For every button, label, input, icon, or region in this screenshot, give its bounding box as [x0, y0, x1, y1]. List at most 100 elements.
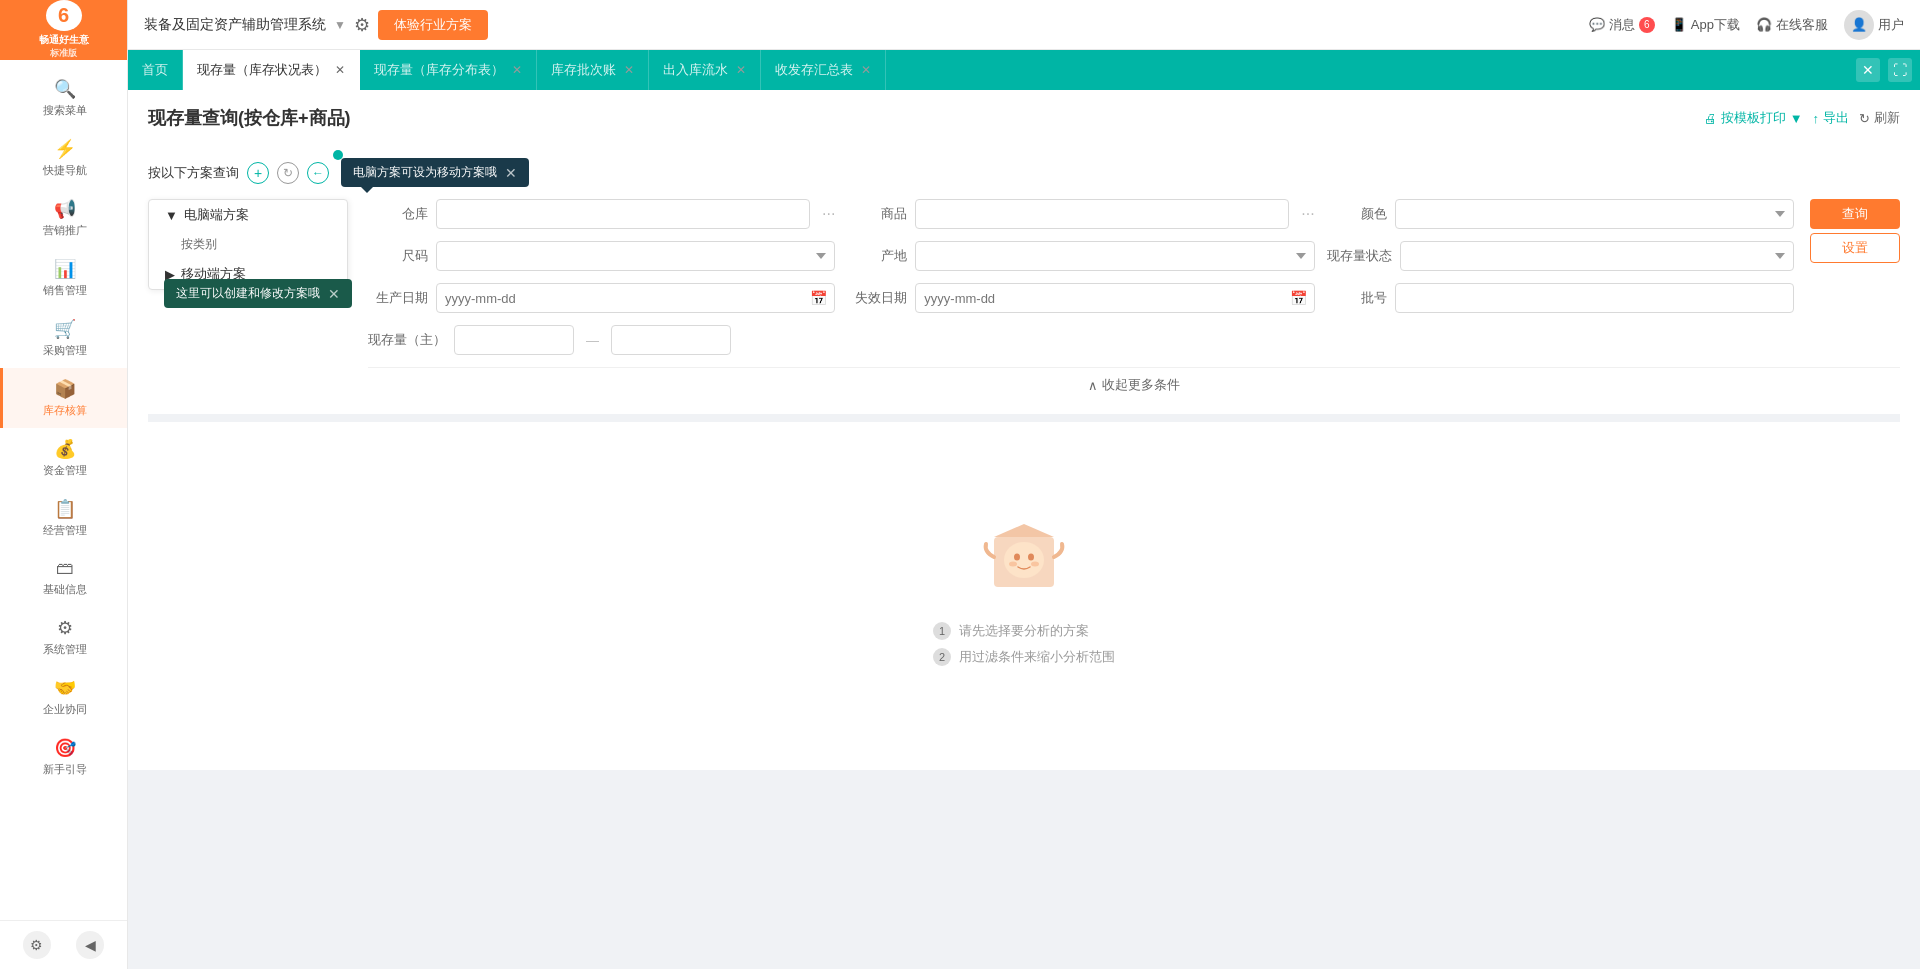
sidebar-item-inventory[interactable]: 📦 库存核算: [0, 368, 127, 428]
page-content: 现存量查询(按仓库+商品) 🖨 按模板打印 ▼ ↑ 导出 ↻ 刷新: [128, 90, 1920, 969]
sidebar-item-label: 资金管理: [43, 463, 87, 478]
tab-label: 收发存汇总表: [775, 61, 853, 79]
app-download-button[interactable]: 📱 App下载: [1671, 16, 1740, 34]
tab-batch[interactable]: 库存批次账 ✕: [537, 50, 649, 90]
tab-inventory-status[interactable]: 现存量（库存状况表） ✕: [183, 50, 360, 90]
page-actions: 🖨 按模板打印 ▼ ↑ 导出 ↻ 刷新: [1704, 109, 1900, 127]
export-label: 导出: [1823, 109, 1849, 127]
app-download-label: App下载: [1691, 16, 1740, 34]
sidebar-item-label: 搜索菜单: [43, 103, 87, 118]
message-button[interactable]: 💬 消息 6: [1589, 16, 1655, 34]
sidebar-item-label: 销售管理: [43, 283, 87, 298]
industry-solution-button[interactable]: 体验行业方案: [378, 10, 488, 40]
sidebar-item-basic[interactable]: 🗃 基础信息: [0, 548, 127, 607]
topbar-right: 💬 消息 6 📱 App下载 🎧 在线客服 👤 用户: [1589, 10, 1904, 40]
filter-produce-date: 生产日期 📅: [368, 283, 835, 313]
filter-row-1: 仓库 ··· 商品 ··· 颜色: [368, 199, 1794, 229]
batch-num-input[interactable]: [1395, 283, 1794, 313]
empty-steps: 1 请先选择要分析的方案 2 用过滤条件来缩小分析范围: [933, 622, 1115, 674]
filter-row-3: 生产日期 📅 失效日期: [368, 283, 1794, 313]
filter-row-2: 尺码 产地: [368, 241, 1794, 271]
home-label: 首页: [142, 61, 168, 79]
goods-input[interactable]: [915, 199, 1289, 229]
tabs-fullscreen-button[interactable]: ⛶: [1888, 58, 1912, 82]
stock-qty-to-input[interactable]: [611, 325, 731, 355]
settings-button[interactable]: ⚙: [23, 931, 51, 959]
sidebar-item-label: 快捷导航: [43, 163, 87, 178]
expire-date-from-input[interactable]: [915, 283, 1314, 313]
stock-qty-from-input[interactable]: [454, 325, 574, 355]
warehouse-input[interactable]: [436, 199, 810, 229]
sidebar-item-quicknav[interactable]: ⚡ 快捷导航: [0, 128, 127, 188]
sidebar-item-system[interactable]: ⚙ 系统管理: [0, 607, 127, 667]
message-icon: 💬: [1589, 17, 1605, 32]
sidebar-item-purchase[interactable]: 🛒 采购管理: [0, 308, 127, 368]
section-divider: [148, 414, 1900, 422]
sidebar-item-sales[interactable]: 📊 销售管理: [0, 248, 127, 308]
sidebar-item-marketing[interactable]: 📢 营销推广: [0, 188, 127, 248]
tab-close-icon[interactable]: ✕: [624, 63, 634, 77]
refresh-button[interactable]: ↻ 刷新: [1859, 109, 1900, 127]
sidebar-item-label: 经营管理: [43, 523, 87, 538]
origin-select[interactable]: [915, 241, 1314, 271]
schema-tree-item-desktop[interactable]: ▼ 电脑端方案: [149, 200, 347, 230]
batch-num-label: 批号: [1327, 289, 1387, 307]
tab-close-icon[interactable]: ✕: [335, 63, 345, 77]
search-button[interactable]: 查询: [1810, 199, 1900, 229]
empty-state: 1 请先选择要分析的方案 2 用过滤条件来缩小分析范围: [148, 422, 1900, 754]
tab-close-icon[interactable]: ✕: [861, 63, 871, 77]
goods-more-icon[interactable]: ···: [1301, 205, 1314, 223]
export-button[interactable]: ↑ 导出: [1813, 109, 1850, 127]
collapse-conditions-button[interactable]: ∧ 收起更多条件: [368, 367, 1900, 402]
tab-close-icon[interactable]: ✕: [512, 63, 522, 77]
print-button[interactable]: 🖨 按模板打印 ▼: [1704, 109, 1803, 127]
tab-inventory-dist[interactable]: 现存量（库存分布表） ✕: [360, 50, 537, 90]
user-menu-button[interactable]: 👤 用户: [1844, 10, 1904, 40]
color-select[interactable]: [1395, 199, 1794, 229]
basic-icon: 🗃: [56, 558, 74, 579]
print-label: 按模板打印: [1721, 109, 1786, 127]
back-scheme-button[interactable]: ←: [307, 162, 329, 184]
refresh-scheme-button[interactable]: ↻: [277, 162, 299, 184]
add-scheme-button[interactable]: +: [247, 162, 269, 184]
scheme-tooltip: 电脑方案可设为移动方案哦 ✕: [341, 158, 529, 187]
edit-tooltip-text: 这里可以创建和修改方案哦: [176, 285, 320, 302]
sidebar-item-search[interactable]: 🔍 搜索菜单: [0, 68, 127, 128]
marketing-icon: 📢: [54, 198, 76, 220]
logo-symbol: 6: [58, 4, 69, 27]
tab-close-icon[interactable]: ✕: [736, 63, 746, 77]
sidebar-item-guide[interactable]: 🎯 新手引导: [0, 727, 127, 787]
warehouse-label: 仓库: [368, 205, 428, 223]
edit-tooltip-close[interactable]: ✕: [328, 286, 340, 302]
sidebar-item-finance[interactable]: 💰 资金管理: [0, 428, 127, 488]
tab-inout[interactable]: 出入库流水 ✕: [649, 50, 761, 90]
settings-icon[interactable]: ⚙: [354, 14, 370, 36]
scheme-tooltip-close[interactable]: ✕: [505, 165, 517, 181]
tabs-close-all-button[interactable]: ✕: [1856, 58, 1880, 82]
warehouse-more-icon[interactable]: ···: [822, 205, 835, 223]
color-label: 颜色: [1327, 205, 1387, 223]
sidebar-item-enterprise[interactable]: 🤝 企业协同: [0, 667, 127, 727]
operations-icon: 📋: [54, 498, 76, 520]
user-label: 用户: [1878, 16, 1904, 34]
main-content: 装备及固定资产辅助管理系统 ▼ ⚙ 体验行业方案 💬 消息 6 📱 App下载 …: [128, 0, 1920, 969]
collapse-sidebar-button[interactable]: ◀: [76, 931, 104, 959]
stock-status-select[interactable]: [1400, 241, 1794, 271]
goods-label: 商品: [847, 205, 907, 223]
phone-icon: 📱: [1671, 17, 1687, 32]
empty-step-2: 2 用过滤条件来缩小分析范围: [933, 648, 1115, 666]
logo-title: 畅通好生意: [39, 33, 89, 47]
online-service-button[interactable]: 🎧 在线客服: [1756, 16, 1828, 34]
tab-home[interactable]: 首页: [128, 50, 183, 90]
produce-date-from-input[interactable]: [436, 283, 835, 313]
svg-point-5: [1031, 562, 1039, 567]
topbar-left: 装备及固定资产辅助管理系统 ▼ ⚙ 体验行业方案: [144, 10, 488, 40]
inventory-icon: 📦: [54, 378, 76, 400]
reset-button[interactable]: 设置: [1810, 233, 1900, 263]
tab-summary[interactable]: 收发存汇总表 ✕: [761, 50, 886, 90]
schema-tree-item-category[interactable]: 按类别: [149, 230, 347, 259]
sidebar-item-operations[interactable]: 📋 经营管理: [0, 488, 127, 548]
step-num-2: 2: [933, 648, 951, 666]
size-select[interactable]: [436, 241, 835, 271]
content-area: 现存量查询(按仓库+商品) 🖨 按模板打印 ▼ ↑ 导出 ↻ 刷新: [128, 90, 1920, 770]
